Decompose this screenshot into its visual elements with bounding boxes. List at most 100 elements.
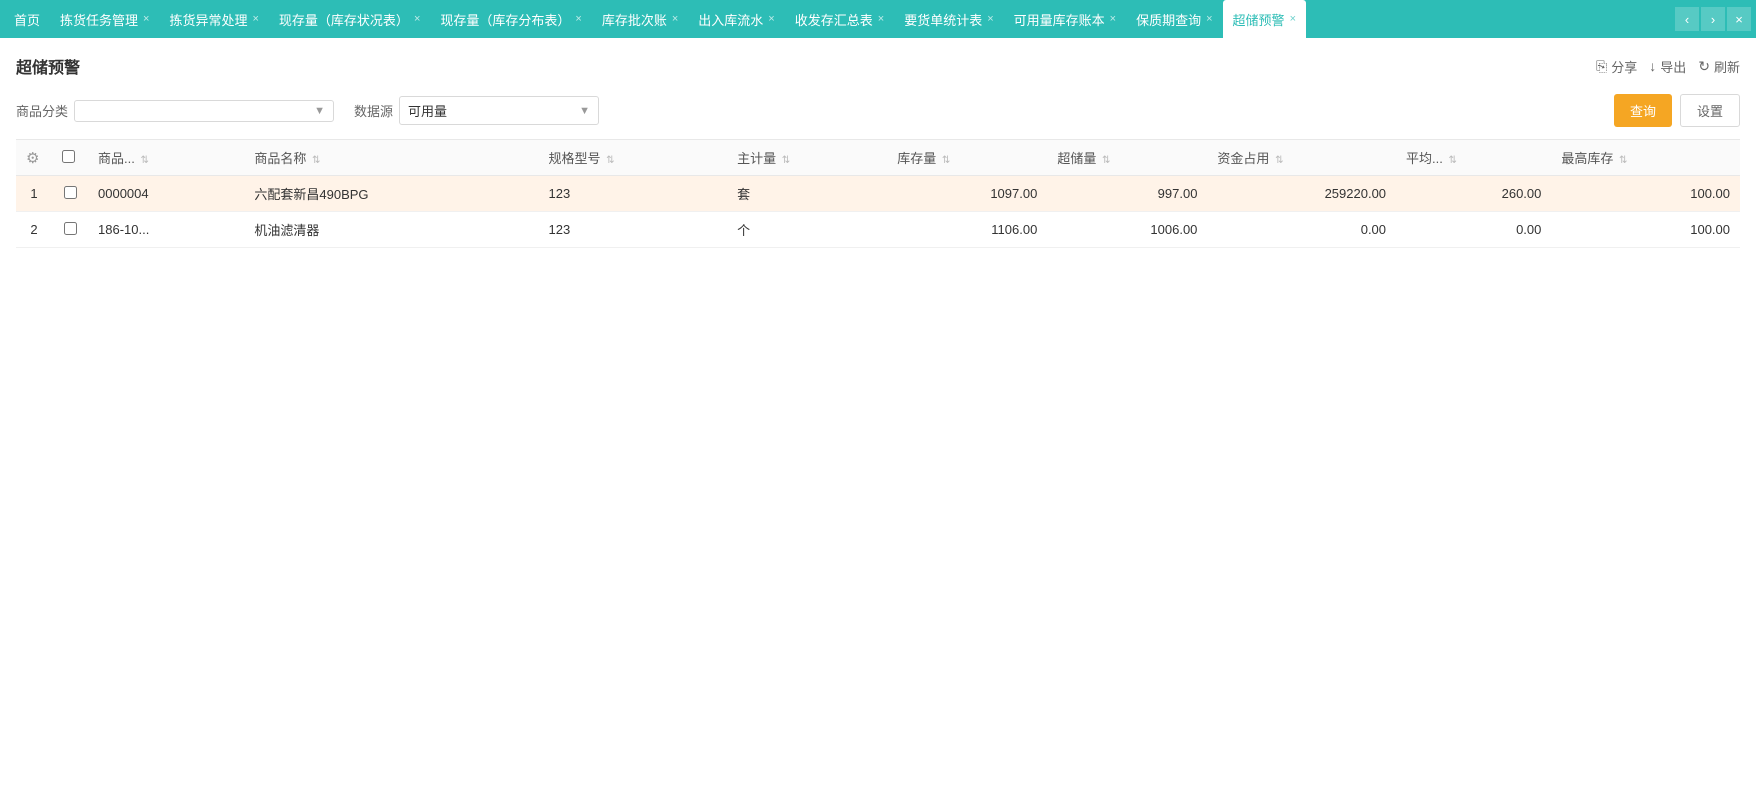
category-label: 商品分类	[16, 101, 68, 120]
export-button[interactable]: ↓ 导出	[1649, 57, 1686, 76]
nav-exception[interactable]: 拣货异常处理 ×	[159, 0, 268, 38]
nav-task-mgmt-label: 拣货任务管理	[60, 10, 138, 29]
row-2-name: 机油滤清器	[244, 212, 538, 248]
share-icon: ⎘	[1596, 58, 1607, 75]
nav-batch[interactable]: 库存批次账 ×	[592, 0, 688, 38]
nav-batch-close[interactable]: ×	[672, 13, 678, 25]
col-maxstock-sort: ⇅	[1619, 155, 1627, 166]
nav-expiry-close[interactable]: ×	[1206, 13, 1212, 25]
nav-batch-label: 库存批次账	[602, 10, 667, 29]
col-stock[interactable]: 库存量 ⇅	[887, 140, 1047, 176]
page-container: 超储预警 ⎘ 分享 ↓ 导出 ↻ 刷新 商品分类 ▼ 数据源	[0, 38, 1756, 800]
col-unit-label: 主计量	[737, 151, 776, 166]
select-all-checkbox[interactable]	[62, 150, 75, 163]
col-unit[interactable]: 主计量 ⇅	[727, 140, 887, 176]
col-maxstock[interactable]: 最高库存 ⇅	[1551, 140, 1740, 176]
nav-stock-dist[interactable]: 现存量（库存分布表） ×	[430, 0, 591, 38]
datasource-dropdown-icon: ▼	[579, 105, 590, 117]
settings-button[interactable]: 设置	[1680, 94, 1740, 127]
category-select[interactable]: ▼	[74, 100, 334, 122]
row-2-checkbox-cell	[52, 212, 88, 248]
col-unit-sort: ⇅	[782, 155, 790, 166]
col-name[interactable]: 商品名称 ⇅	[244, 140, 538, 176]
table-header: ⚙ 商品... ⇅ 商品名称 ⇅ 规格型号 ⇅ 主计量	[16, 140, 1740, 176]
datasource-label: 数据源	[354, 101, 393, 120]
nav-stock-dist-close[interactable]: ×	[575, 13, 581, 25]
page-header: 超储预警 ⎘ 分享 ↓ 导出 ↻ 刷新	[16, 54, 1740, 78]
nav-available[interactable]: 可用量库存账本 ×	[1004, 0, 1126, 38]
col-avg-label: 平均...	[1406, 151, 1443, 166]
row-1-spec: 123	[538, 176, 727, 212]
nav-overstock[interactable]: 超储预警 ×	[1223, 0, 1306, 38]
refresh-button[interactable]: ↻ 刷新	[1698, 57, 1740, 76]
row-1-name: 六配套新昌490BPG	[244, 176, 538, 212]
refresh-icon: ↻	[1698, 58, 1710, 75]
row-2-code: 186-10...	[88, 212, 244, 248]
row-1-checkbox-cell	[52, 176, 88, 212]
page-title: 超储预警	[16, 54, 80, 78]
nav-demand-close[interactable]: ×	[987, 13, 993, 25]
nav-stock-status[interactable]: 现存量（库存状况表） ×	[269, 0, 430, 38]
category-dropdown-icon: ▼	[314, 105, 325, 117]
nav-inout-flow-label: 出入库流水	[698, 10, 763, 29]
col-spec-sort: ⇅	[606, 155, 614, 166]
nav-arrow-left[interactable]: ‹	[1675, 7, 1699, 31]
nav-expiry-label: 保质期查询	[1136, 10, 1201, 29]
col-capital[interactable]: 资金占用 ⇅	[1207, 140, 1396, 176]
col-name-label: 商品名称	[254, 151, 306, 166]
table-body: 1 0000004 六配套新昌490BPG 123 套 1097.00 997.…	[16, 176, 1740, 248]
col-over-label: 超储量	[1057, 151, 1096, 166]
nav-home-label: 首页	[14, 10, 40, 29]
row-2-capital: 0.00	[1207, 212, 1396, 248]
nav-exception-close[interactable]: ×	[252, 13, 258, 25]
col-stock-sort: ⇅	[942, 155, 950, 166]
settings-icon[interactable]: ⚙	[26, 150, 39, 167]
nav-arrows: ‹ › ×	[1674, 7, 1752, 31]
nav-arrow-right[interactable]: ›	[1701, 7, 1725, 31]
nav-overstock-label: 超储预警	[1233, 10, 1285, 29]
top-nav: 首页 拣货任务管理 × 拣货异常处理 × 现存量（库存状况表） × 现存量（库存…	[0, 0, 1756, 38]
col-settings: ⚙	[16, 140, 52, 176]
category-filter: 商品分类 ▼	[16, 100, 334, 122]
nav-task-mgmt[interactable]: 拣货任务管理 ×	[50, 0, 159, 38]
nav-summary[interactable]: 收发存汇总表 ×	[785, 0, 894, 38]
row-1-maxstock: 100.00	[1551, 176, 1740, 212]
nav-expiry[interactable]: 保质期查询 ×	[1126, 0, 1222, 38]
filter-actions: 查询 设置	[1614, 94, 1740, 127]
datasource-filter: 数据源 可用量 ▼	[354, 96, 599, 125]
nav-stock-status-close[interactable]: ×	[414, 13, 420, 25]
datasource-select-value: 可用量	[408, 101, 579, 120]
query-button[interactable]: 查询	[1614, 94, 1672, 127]
table-header-row: ⚙ 商品... ⇅ 商品名称 ⇅ 规格型号 ⇅ 主计量	[16, 140, 1740, 176]
nav-arrow-close[interactable]: ×	[1727, 7, 1751, 31]
export-icon: ↓	[1649, 58, 1656, 74]
row-2-spec: 123	[538, 212, 727, 248]
row-1-unit: 套	[727, 176, 887, 212]
share-button[interactable]: ⎘ 分享	[1596, 57, 1637, 76]
datasource-select[interactable]: 可用量 ▼	[399, 96, 599, 125]
nav-summary-close[interactable]: ×	[878, 13, 884, 25]
nav-demand[interactable]: 要货单统计表 ×	[894, 0, 1003, 38]
row-1-checkbox[interactable]	[64, 186, 77, 199]
row-1-index: 1	[16, 176, 52, 212]
nav-inout-flow[interactable]: 出入库流水 ×	[688, 0, 784, 38]
row-2-avg: 0.00	[1396, 212, 1551, 248]
nav-overstock-close[interactable]: ×	[1290, 13, 1296, 25]
nav-exception-label: 拣货异常处理	[169, 10, 247, 29]
nav-inout-flow-close[interactable]: ×	[768, 13, 774, 25]
col-code[interactable]: 商品... ⇅	[88, 140, 244, 176]
row-1-code: 0000004	[88, 176, 244, 212]
row-2-checkbox[interactable]	[64, 222, 77, 235]
row-1-stock: 1097.00	[887, 176, 1047, 212]
col-capital-label: 资金占用	[1217, 151, 1269, 166]
nav-home[interactable]: 首页	[4, 0, 50, 38]
nav-stock-status-label: 现存量（库存状况表）	[279, 10, 409, 29]
col-code-sort: ⇅	[140, 155, 148, 166]
filter-bar: 商品分类 ▼ 数据源 可用量 ▼ 查询 设置	[16, 94, 1740, 127]
nav-task-mgmt-close[interactable]: ×	[143, 13, 149, 25]
nav-stock-dist-label: 现存量（库存分布表）	[440, 10, 570, 29]
col-over[interactable]: 超储量 ⇅	[1047, 140, 1207, 176]
col-avg[interactable]: 平均... ⇅	[1396, 140, 1551, 176]
col-spec[interactable]: 规格型号 ⇅	[538, 140, 727, 176]
nav-available-close[interactable]: ×	[1110, 13, 1116, 25]
